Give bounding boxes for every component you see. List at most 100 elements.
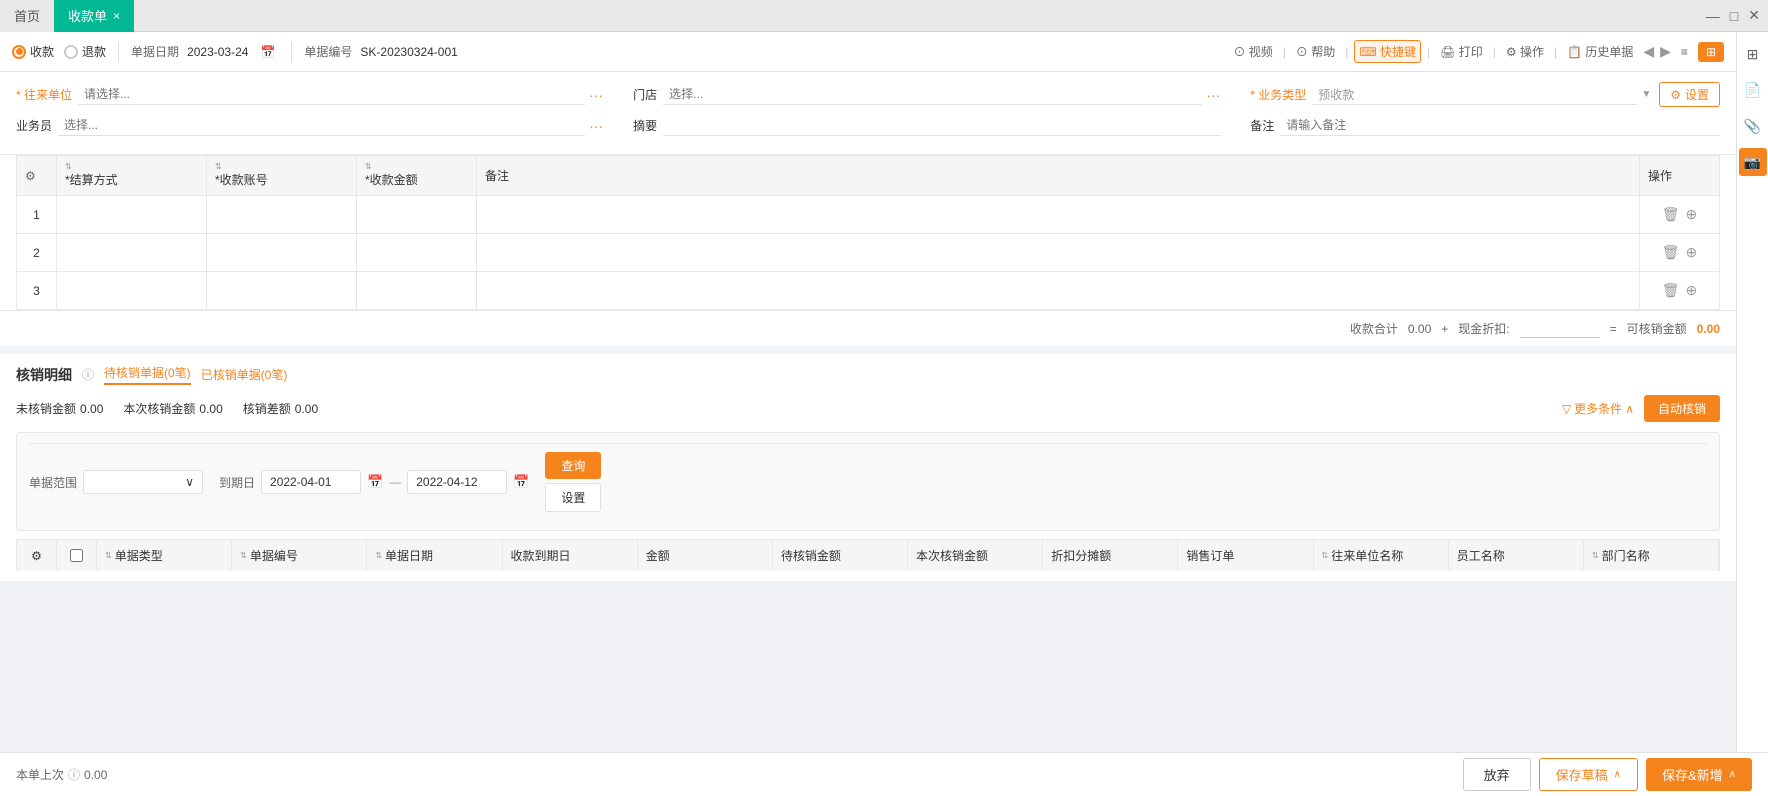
doc-number-sort[interactable]: ⇅ (240, 552, 247, 560)
history-btn[interactable]: 📋 历史单据 (1563, 41, 1637, 62)
sidebar-attachment-icon[interactable]: 📎 (1739, 112, 1767, 140)
row1-settle[interactable] (57, 196, 207, 234)
receipt-radio-circle (12, 45, 26, 59)
nav-next-btn[interactable]: ▶ (1660, 43, 1671, 60)
bottom-gear-icon[interactable]: ⚙ (31, 549, 42, 563)
sidebar-table-icon[interactable]: ⊞ (1739, 40, 1767, 68)
receipt-radio[interactable]: 收款 (12, 43, 54, 60)
bottom-gear-col[interactable]: ⚙ (17, 540, 57, 571)
refund-radio-circle (64, 45, 78, 59)
filter-settings-btn[interactable]: 设置 (545, 483, 601, 512)
save-draft-btn[interactable]: 保存草稿 ∧ (1539, 758, 1638, 791)
footer-info-value: 0.00 (84, 768, 107, 782)
divider-2 (291, 42, 292, 62)
settle-column-header: ⇅ *结算方式 (57, 156, 207, 196)
row2-notes[interactable] (477, 234, 1640, 272)
row2-settle[interactable] (57, 234, 207, 272)
customer-sort[interactable]: ⇅ (1322, 552, 1329, 560)
doc-number-col: ⇅ 单据编号 (232, 540, 367, 571)
abandon-btn[interactable]: 放弃 (1463, 758, 1531, 791)
shortcut-btn[interactable]: ⌨ 快捷键 (1354, 40, 1421, 63)
row3-settle[interactable] (57, 272, 207, 310)
customer-more-icon[interactable]: ··· (589, 87, 603, 103)
maximize-btn[interactable]: □ (1730, 8, 1738, 24)
doc-type-sort[interactable]: ⇅ (105, 552, 112, 560)
customer-input[interactable] (78, 84, 585, 105)
notes-label: 备注 (1250, 117, 1274, 134)
pending-tab[interactable]: 待核销单据(0笔) (104, 364, 191, 385)
minimize-btn[interactable]: — (1706, 8, 1720, 24)
bottom-checkbox-col (57, 540, 97, 571)
cal-from-icon[interactable]: 📅 (367, 474, 383, 490)
print-btn[interactable]: 🖨 打印 (1436, 41, 1487, 62)
row1-account[interactable] (207, 196, 357, 234)
reconcile-info-icon[interactable]: ⓘ (82, 366, 94, 383)
save-new-btn[interactable]: 保存&新增 ∧ (1646, 758, 1752, 791)
date-to-input[interactable] (407, 470, 507, 494)
gear-icon: ⚙ (1670, 88, 1681, 102)
calendar-icon[interactable]: 📅 (256, 43, 279, 61)
row2-delete-icon[interactable]: 🗑 (1662, 244, 1680, 261)
summary-input[interactable] (663, 115, 1220, 136)
video-btn[interactable]: ⊙ 视频 (1229, 41, 1276, 62)
sidebar-document-icon[interactable]: 📄 (1739, 76, 1767, 104)
reconcile-stats: 未核销金额 0.00 本次核销金额 0.00 核销差额 0.00 ▽ 更多条件 … (16, 395, 1720, 422)
row3-amount[interactable] (357, 272, 477, 310)
reconcile-title: 核销明细 (16, 365, 72, 385)
operation-btn[interactable]: ⚙ 操作 (1502, 41, 1548, 62)
staff-input[interactable] (58, 115, 585, 136)
row3-account[interactable] (207, 272, 357, 310)
dept-sort[interactable]: ⇅ (1592, 552, 1599, 560)
date-from-input[interactable] (261, 470, 361, 494)
current-reconcile-label: 本次核销金额 (123, 400, 195, 417)
filter-icon: ▽ (1562, 402, 1571, 416)
row2-copy-icon[interactable]: ⊕ (1686, 244, 1698, 261)
data-table-container: ⚙ ⇅ *结算方式 ⇅ *收款账号 ⇅ *收款金额 备注 (0, 155, 1736, 310)
discount-input[interactable] (1520, 319, 1600, 338)
row1-delete-icon[interactable]: 🗑 (1662, 206, 1680, 223)
row3-copy-icon[interactable]: ⊕ (1686, 282, 1698, 299)
table-settings-icon[interactable]: ⚙ (25, 169, 36, 183)
more-conditions-btn[interactable]: ▽ 更多条件 ∧ (1562, 400, 1634, 417)
form-row-1: * 往来单位 ··· 门店 ··· * 业务类型 ▼ ⚙ 设置 (16, 82, 1720, 107)
auto-reconcile-btn[interactable]: 自动核销 (1644, 395, 1720, 422)
tab-home[interactable]: 首页 (0, 0, 54, 32)
business-type-field: * 业务类型 ▼ ⚙ 设置 (1250, 82, 1720, 107)
tab-close-icon[interactable]: × (113, 9, 120, 23)
row3-notes[interactable] (477, 272, 1640, 310)
cal-to-icon[interactable]: 📅 (513, 474, 529, 490)
tab-receipt[interactable]: 收款单 × (54, 0, 134, 32)
close-btn[interactable]: ✕ (1748, 7, 1760, 24)
doc-date-sort[interactable]: ⇅ (375, 552, 382, 560)
row3-delete-icon[interactable]: 🗑 (1662, 282, 1680, 299)
store-more-icon[interactable]: ··· (1206, 87, 1220, 103)
business-type-input[interactable] (1312, 84, 1637, 105)
footer-info-icon[interactable]: ⓘ (68, 766, 80, 783)
business-type-arrow-icon[interactable]: ▼ (1641, 89, 1651, 100)
footer-info-label: 本单上次 (16, 766, 64, 783)
settings-button[interactable]: ⚙ 设置 (1659, 82, 1720, 107)
row1-amount[interactable] (357, 196, 477, 234)
help-btn[interactable]: ⊙ 帮助 (1292, 41, 1339, 62)
row2-amount[interactable] (357, 234, 477, 272)
select-all-checkbox[interactable] (70, 549, 83, 562)
grid-view-btn[interactable]: ⊞ (1698, 42, 1724, 62)
sidebar-camera-icon[interactable]: 📷 (1739, 148, 1767, 176)
store-input[interactable] (663, 84, 1202, 105)
list-view-btn[interactable]: ≡ (1677, 43, 1692, 61)
row1-notes[interactable] (477, 196, 1640, 234)
nav-prev-btn[interactable]: ◀ (1643, 43, 1654, 60)
row2-account[interactable] (207, 234, 357, 272)
notes-input[interactable] (1280, 115, 1720, 136)
account-sort-icon[interactable]: ⇅ (215, 163, 348, 171)
settle-sort-icon[interactable]: ⇅ (65, 163, 198, 171)
query-btn[interactable]: 查询 (545, 452, 601, 479)
refund-radio[interactable]: 退款 (64, 43, 106, 60)
range-select[interactable]: ∨ (83, 470, 203, 494)
store-label: 门店 (633, 86, 657, 103)
done-tab[interactable]: 已核销单据(0笔) (201, 366, 288, 383)
toolbar: 收款 退款 单据日期 2023-03-24 📅 单据编号 SK-20230324… (0, 32, 1736, 72)
amount-sort-icon[interactable]: ⇅ (365, 163, 468, 171)
row1-copy-icon[interactable]: ⊕ (1686, 206, 1698, 223)
staff-more-icon[interactable]: ··· (589, 118, 603, 134)
